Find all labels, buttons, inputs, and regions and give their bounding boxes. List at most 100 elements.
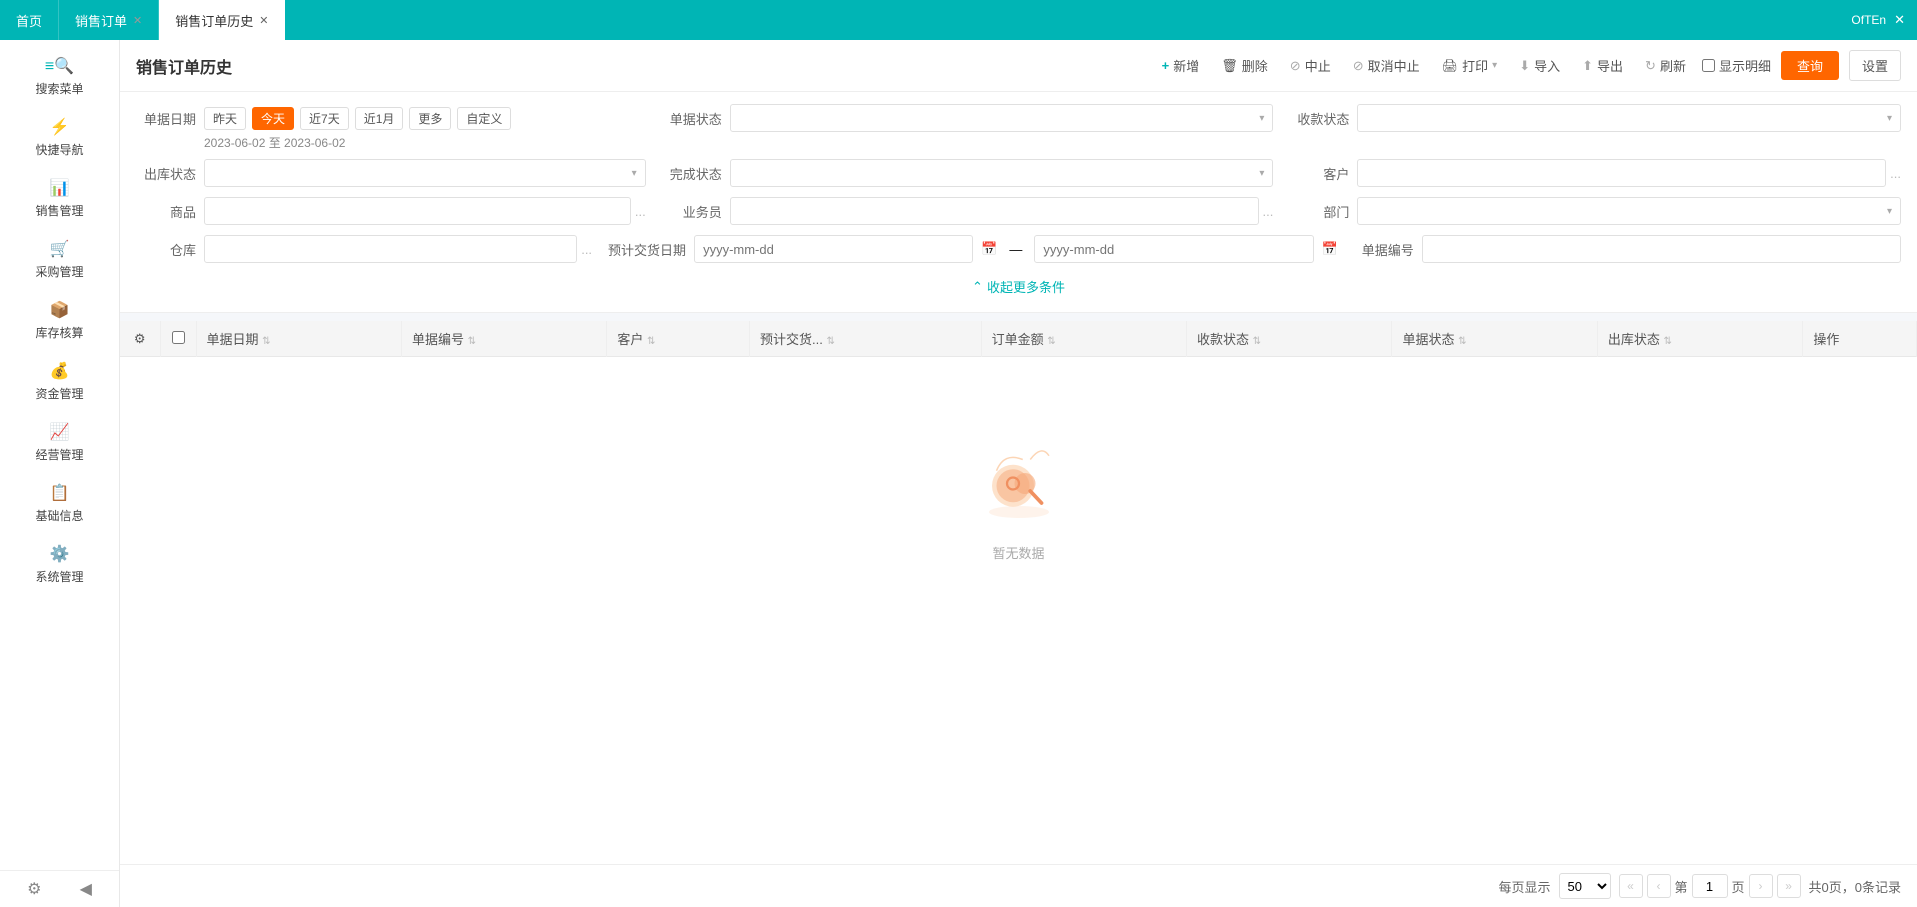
salesperson-ellipsis[interactable]: ...: [1263, 204, 1274, 219]
new-icon: +: [1162, 58, 1170, 73]
sidebar-item-operations[interactable]: 📈 经营管理: [0, 414, 119, 471]
th-voucher-status[interactable]: 单据状态 ⇅: [1392, 321, 1597, 357]
customer-ellipsis[interactable]: ...: [1890, 166, 1901, 181]
top-bar-close-icon[interactable]: ✕: [1894, 12, 1905, 28]
settings-button[interactable]: 设置: [1849, 50, 1901, 81]
delivery-date-start[interactable]: [694, 235, 973, 263]
import-button[interactable]: ⬇ 导入: [1513, 52, 1566, 79]
date-btn-more[interactable]: 更多: [409, 107, 451, 130]
sort-outbound-status-icon[interactable]: ⇅: [1664, 336, 1672, 347]
pagination: « ‹ 第 页 › »: [1619, 874, 1801, 898]
tab-sales-order-history-close[interactable]: ✕: [259, 14, 268, 27]
sidebar-item-purchase-mgmt[interactable]: 🛒 采购管理: [0, 231, 119, 288]
sort-customer-icon[interactable]: ⇅: [647, 336, 655, 347]
salesperson-input[interactable]: [730, 197, 1259, 225]
display-toggle-checkbox[interactable]: [1702, 59, 1715, 72]
customer-input[interactable]: [1357, 159, 1886, 187]
voucher-status-select[interactable]: ▾: [730, 104, 1274, 132]
date-btn-yesterday[interactable]: 昨天: [204, 107, 246, 130]
delivery-date-end[interactable]: [1034, 235, 1313, 263]
per-page-select[interactable]: 10 20 50 100: [1559, 873, 1611, 899]
sidebar-collapse-icon[interactable]: ◀: [80, 879, 92, 899]
completion-status-label: 完成状态: [662, 164, 722, 183]
completion-status-select[interactable]: ▾: [730, 159, 1274, 187]
sort-voucher-date-icon[interactable]: ⇅: [262, 336, 270, 347]
th-expected-delivery[interactable]: 预计交货... ⇅: [750, 321, 982, 357]
calendar-icon-start[interactable]: 📅: [981, 241, 997, 257]
new-label: 新增: [1173, 56, 1199, 75]
sidebar-item-system-mgmt[interactable]: ⚙️ 系统管理: [0, 536, 119, 593]
tab-sales-order-close[interactable]: ✕: [133, 14, 142, 27]
new-button[interactable]: + 新增: [1156, 52, 1206, 79]
sidebar-item-finance[interactable]: 💰 资金管理: [0, 353, 119, 410]
th-voucher-date[interactable]: 单据日期 ⇅: [196, 321, 401, 357]
department-select[interactable]: ▾: [1357, 197, 1901, 225]
query-button[interactable]: 查询: [1781, 51, 1839, 80]
outbound-status-arrow: ▾: [632, 168, 637, 179]
sidebar-item-basic-info[interactable]: 📋 基础信息: [0, 475, 119, 532]
refresh-button[interactable]: ↻ 刷新: [1639, 52, 1692, 79]
cancel-stop-button[interactable]: ⊘ 取消中止: [1347, 52, 1426, 79]
date-btn-today[interactable]: 今天: [252, 107, 294, 130]
sidebar-item-search-menu[interactable]: ≡🔍 搜索菜单: [0, 48, 119, 105]
tab-sales-order-history[interactable]: 销售订单历史 ✕: [159, 0, 285, 40]
tab-home[interactable]: 首页: [0, 0, 59, 40]
empty-text: 暂无数据: [992, 543, 1044, 562]
collapse-link[interactable]: ⌃ 收起更多条件: [136, 273, 1901, 300]
last-page-button[interactable]: »: [1777, 874, 1801, 898]
calendar-icon-end[interactable]: 📅: [1322, 241, 1338, 257]
sort-delivery-icon[interactable]: ⇅: [826, 336, 834, 347]
export-button[interactable]: ⬆ 导出: [1576, 52, 1629, 79]
voucher-number-input[interactable]: [1422, 235, 1901, 263]
th-order-amount[interactable]: 订单金额 ⇅: [981, 321, 1186, 357]
sort-amount-icon[interactable]: ⇅: [1047, 336, 1055, 347]
first-page-button[interactable]: «: [1619, 874, 1643, 898]
receipt-status-select[interactable]: ▾: [1357, 104, 1901, 132]
sidebar-item-system-mgmt-label: 系统管理: [35, 568, 83, 585]
warehouse-ellipsis[interactable]: ...: [581, 242, 592, 257]
footer: 每页显示 10 20 50 100 « ‹ 第 页 › » 共0页，0条记录: [120, 864, 1917, 907]
th-voucher-date-label: 单据日期: [207, 332, 259, 347]
warehouse-input[interactable]: [204, 235, 577, 263]
filter-voucher-status: 单据状态 ▾: [662, 104, 1274, 132]
sidebar-settings-icon[interactable]: ⚙: [27, 879, 41, 899]
outbound-status-select[interactable]: ▾: [204, 159, 646, 187]
sidebar-item-inventory[interactable]: 📦 库存核算: [0, 292, 119, 349]
print-icon: 🖨: [1442, 58, 1459, 74]
product-ellipsis[interactable]: ...: [635, 204, 646, 219]
next-page-button[interactable]: ›: [1749, 874, 1773, 898]
customer-label: 客户: [1289, 164, 1349, 183]
sort-voucher-status-icon[interactable]: ⇅: [1458, 336, 1466, 347]
date-btn-custom[interactable]: 自定义: [457, 107, 511, 130]
cancel-stop-label: 取消中止: [1368, 56, 1420, 75]
select-all-checkbox[interactable]: [172, 331, 185, 344]
stop-button[interactable]: ⊘ 中止: [1284, 52, 1337, 79]
product-input[interactable]: [204, 197, 631, 225]
product-label: 商品: [136, 202, 196, 221]
page-number-input[interactable]: [1692, 874, 1728, 898]
delete-button[interactable]: 🗑 删除: [1215, 52, 1274, 79]
print-button[interactable]: 🖨 打印 ▾: [1436, 52, 1504, 79]
delete-icon: 🗑: [1221, 58, 1238, 74]
filter-department: 部门 ▾: [1289, 197, 1901, 225]
filter-row-4: 仓库 ... 预计交货日期 📅 — 📅 单据编号: [136, 235, 1901, 263]
sidebar-item-inventory-label: 库存核算: [35, 324, 83, 341]
sidebar-item-quick-nav[interactable]: ⚡ 快捷导航: [0, 109, 119, 166]
sort-receipt-status-icon[interactable]: ⇅: [1253, 336, 1261, 347]
th-voucher-number[interactable]: 单据编号 ⇅: [401, 321, 606, 357]
top-bar-right: OfTEn ✕: [1839, 0, 1917, 40]
th-customer-label: 客户: [617, 332, 643, 347]
date-btn-7days[interactable]: 近7天: [300, 107, 349, 130]
page-label: 页: [1732, 877, 1745, 896]
th-outbound-status[interactable]: 出库状态 ⇅: [1597, 321, 1802, 357]
date-btn-1month[interactable]: 近1月: [355, 107, 404, 130]
th-customer[interactable]: 客户 ⇅: [607, 321, 750, 357]
sidebar-item-sales-mgmt[interactable]: 📊 销售管理: [0, 170, 119, 227]
th-settings[interactable]: ⚙: [120, 321, 160, 357]
quick-nav-icon: ⚡: [50, 117, 70, 137]
sort-voucher-number-icon[interactable]: ⇅: [468, 336, 476, 347]
prev-page-button[interactable]: ‹: [1647, 874, 1671, 898]
table-area: ⚙ 单据日期 ⇅ 单据编号 ⇅ 客户: [120, 321, 1917, 864]
tab-sales-order[interactable]: 销售订单 ✕: [59, 0, 159, 40]
th-receipt-status[interactable]: 收款状态 ⇅: [1187, 321, 1392, 357]
